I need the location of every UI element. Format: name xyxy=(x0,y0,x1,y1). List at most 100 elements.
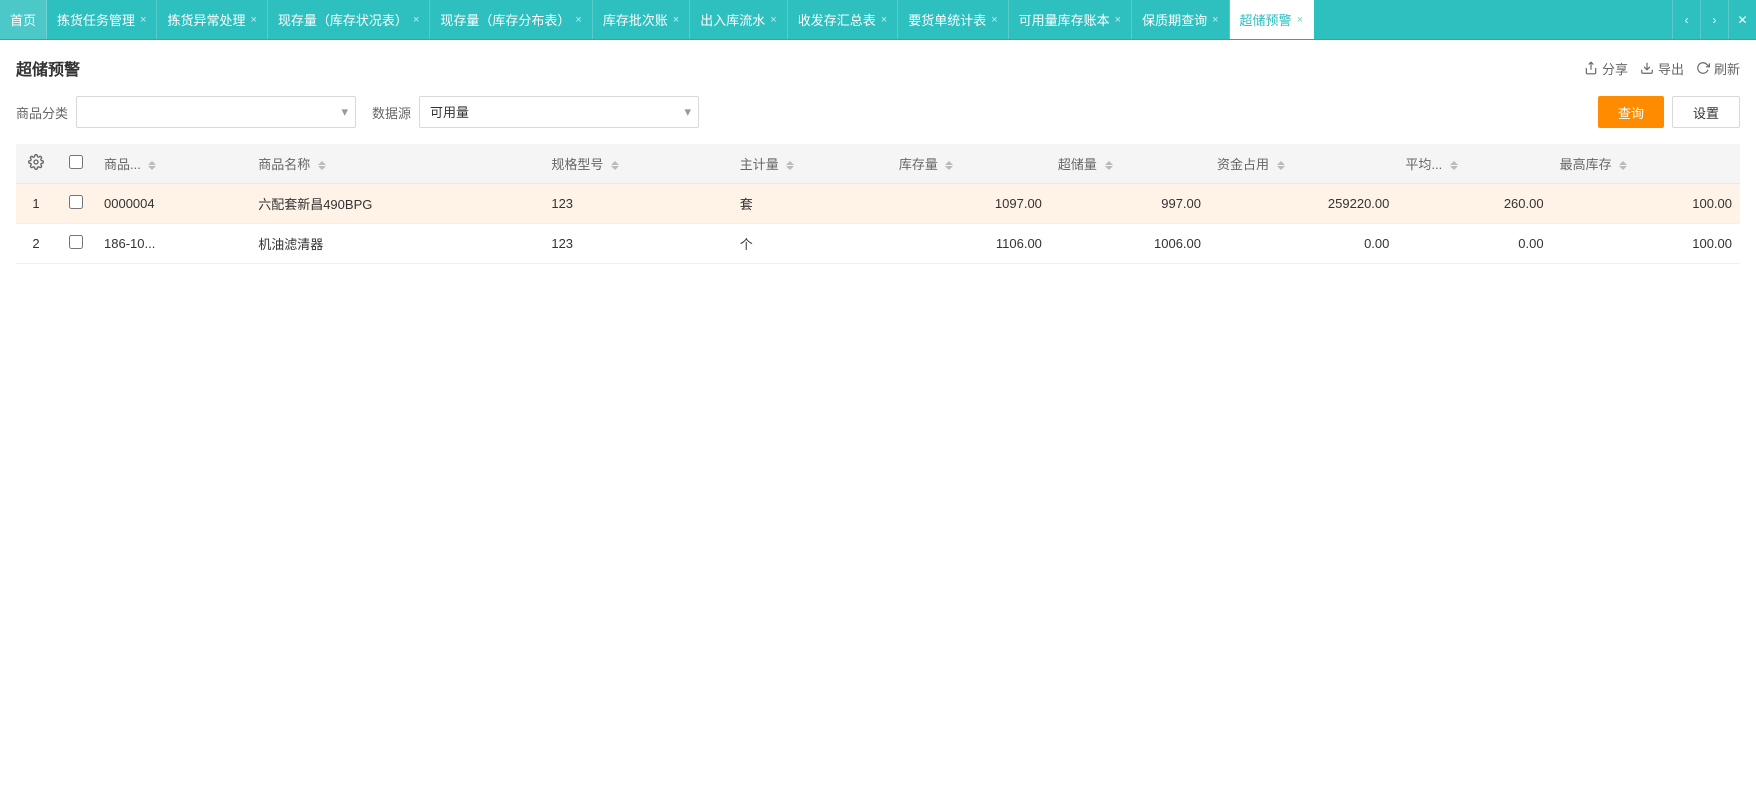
nav-tab-label: 超储预警 xyxy=(1240,10,1292,29)
close-icon[interactable]: × xyxy=(1297,14,1303,26)
nav-home[interactable]: 首页 xyxy=(0,0,47,39)
query-button[interactable]: 查询 xyxy=(1598,96,1664,128)
product-code: 186-10... xyxy=(96,224,250,264)
select-all-checkbox[interactable] xyxy=(69,155,83,169)
close-icon[interactable]: × xyxy=(1115,14,1121,26)
nav-arrows: ‹ › ✕ xyxy=(1672,0,1756,40)
sort-icon xyxy=(1619,161,1627,170)
close-icon[interactable]: × xyxy=(881,14,887,26)
th-avg: 平均... xyxy=(1397,144,1551,184)
table-row: 2 186-10... 机油滤清器 123 个 1106.00 1006.00 … xyxy=(16,224,1740,264)
stock-qty: 1097.00 xyxy=(891,184,1050,224)
close-icon[interactable]: × xyxy=(1212,14,1218,26)
sort-icon xyxy=(318,161,326,170)
settings-button[interactable]: 设置 xyxy=(1672,96,1740,128)
product-unit: 个 xyxy=(732,224,891,264)
gear-icon[interactable] xyxy=(28,154,44,170)
export-label: 导出 xyxy=(1658,59,1684,78)
th-spec: 规格型号 xyxy=(543,144,731,184)
page-header: 超储预警 分享 导出 刷新 xyxy=(16,56,1740,80)
nav-tab-jianhuorenwu[interactable]: 拣货任务管理 × xyxy=(47,0,157,39)
nav-tab-label: 现存量（库存状况表） xyxy=(278,10,408,29)
over-stock-qty: 1006.00 xyxy=(1050,224,1209,264)
th-stock: 库存量 xyxy=(891,144,1050,184)
export-icon xyxy=(1640,61,1654,75)
nav-tab-keyongliang[interactable]: 可用量库存账本 × xyxy=(1009,0,1132,39)
max-stock: 100.00 xyxy=(1552,224,1740,264)
nav-tab-label: 可用量库存账本 xyxy=(1019,10,1110,29)
nav-tab-yaohuo[interactable]: 要货单统计表 × xyxy=(898,0,1008,39)
th-checkbox xyxy=(56,144,96,184)
share-button[interactable]: 分享 xyxy=(1584,59,1628,78)
close-icon[interactable]: × xyxy=(140,14,146,26)
export-button[interactable]: 导出 xyxy=(1640,59,1684,78)
nav-arrow-more[interactable]: ✕ xyxy=(1728,0,1756,40)
nav-tab-label: 保质期查询 xyxy=(1142,10,1207,29)
nav-tab-label: 要货单统计表 xyxy=(908,10,986,29)
sort-icon xyxy=(1105,161,1113,170)
nav-tab-xiancunliang1[interactable]: 现存量（库存状况表） × xyxy=(268,0,430,39)
capital-used: 259220.00 xyxy=(1209,184,1397,224)
nav-tab-kucunpizhang[interactable]: 库存批次账 × xyxy=(593,0,690,39)
nav-tab-chaochu[interactable]: 超储预警 × xyxy=(1230,0,1314,39)
close-icon[interactable]: × xyxy=(250,14,256,26)
sort-icon xyxy=(1277,161,1285,170)
sort-icon xyxy=(611,161,619,170)
close-icon[interactable]: × xyxy=(991,14,997,26)
sort-icon xyxy=(1450,161,1458,170)
filter-area: 商品分类 ▾ 数据源 可用量 ▾ 查询 设置 xyxy=(16,96,1740,128)
sort-icon xyxy=(945,161,953,170)
row-number: 2 xyxy=(16,224,56,264)
row-number: 1 xyxy=(16,184,56,224)
datasource-label: 数据源 xyxy=(372,103,411,122)
th-settings xyxy=(16,144,56,184)
th-product-code: 商品... xyxy=(96,144,250,184)
close-icon[interactable]: × xyxy=(770,14,776,26)
page-title: 超储预警 xyxy=(16,56,80,80)
page-content: 超储预警 分享 导出 刷新 商品 xyxy=(0,40,1756,800)
product-code: 0000004 xyxy=(96,184,250,224)
nav-arrow-left[interactable]: ‹ xyxy=(1672,0,1700,40)
close-icon[interactable]: × xyxy=(673,14,679,26)
nav-tab-label: 拣货任务管理 xyxy=(57,10,135,29)
datasource-filter-group: 数据源 可用量 ▾ xyxy=(372,96,699,128)
nav-tab-label: 拣货异常处理 xyxy=(167,10,245,29)
product-spec: 123 xyxy=(543,184,731,224)
close-icon[interactable]: × xyxy=(575,14,581,26)
th-over-stock: 超储量 xyxy=(1050,144,1209,184)
category-select-wrapper: ▾ xyxy=(76,96,356,128)
sort-icon xyxy=(148,161,156,170)
th-max-stock: 最高库存 xyxy=(1552,144,1740,184)
avg-value: 260.00 xyxy=(1397,184,1551,224)
row-checkbox-cell xyxy=(56,184,96,224)
nav-tab-churukuliushui[interactable]: 出入库流水 × xyxy=(690,0,787,39)
category-label: 商品分类 xyxy=(16,103,68,122)
nav-tab-label: 库存批次账 xyxy=(603,10,668,29)
row-checkbox[interactable] xyxy=(69,195,83,209)
nav-tab-xiancunliang2[interactable]: 现存量（库存分布表） × xyxy=(430,0,592,39)
refresh-label: 刷新 xyxy=(1714,59,1740,78)
share-icon xyxy=(1584,61,1598,75)
nav-tab-shoufacun[interactable]: 收发存汇总表 × xyxy=(788,0,898,39)
table-row: 1 0000004 六配套新昌490BPG 123 套 1097.00 997.… xyxy=(16,184,1740,224)
header-actions: 分享 导出 刷新 xyxy=(1584,59,1740,78)
nav-tab-baozhi[interactable]: 保质期查询 × xyxy=(1132,0,1229,39)
datasource-select[interactable]: 可用量 xyxy=(419,96,699,128)
refresh-button[interactable]: 刷新 xyxy=(1696,59,1740,78)
product-name: 机油滤清器 xyxy=(250,224,543,264)
max-stock: 100.00 xyxy=(1552,184,1740,224)
share-label: 分享 xyxy=(1602,59,1628,78)
close-icon[interactable]: × xyxy=(413,14,419,26)
th-unit: 主计量 xyxy=(732,144,891,184)
refresh-icon xyxy=(1696,61,1710,75)
nav-tab-jianhuoyichang[interactable]: 拣货异常处理 × xyxy=(157,0,267,39)
product-spec: 123 xyxy=(543,224,731,264)
category-filter-group: 商品分类 ▾ xyxy=(16,96,356,128)
nav-arrow-right[interactable]: › xyxy=(1700,0,1728,40)
row-checkbox[interactable] xyxy=(69,235,83,249)
nav-tab-label: 出入库流水 xyxy=(700,10,765,29)
product-unit: 套 xyxy=(732,184,891,224)
th-product-name: 商品名称 xyxy=(250,144,543,184)
filter-buttons: 查询 设置 xyxy=(1598,96,1740,128)
category-select[interactable] xyxy=(76,96,356,128)
